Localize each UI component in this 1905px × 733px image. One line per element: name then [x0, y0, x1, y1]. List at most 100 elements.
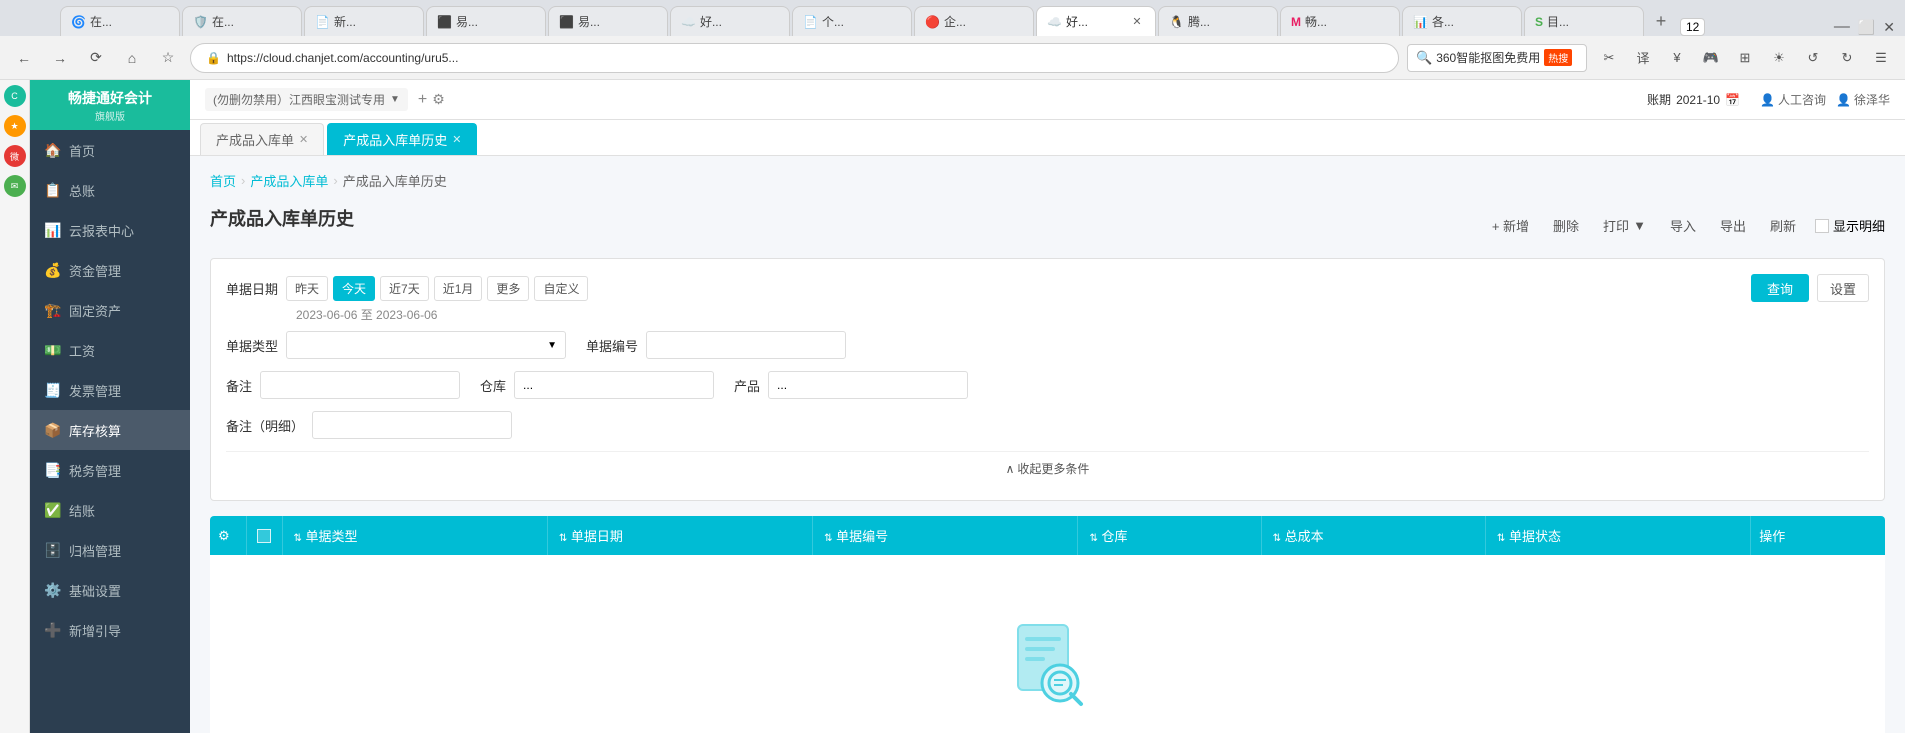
tab-2[interactable]: 🛡️ 在... [182, 6, 302, 36]
minimize-icon[interactable]: — [1834, 18, 1850, 36]
add-button[interactable]: + [418, 91, 427, 109]
tab-list[interactable]: 产成品入库单 ✕ [200, 123, 324, 155]
date-btn-7days[interactable]: 近7天 [380, 276, 429, 301]
tab-history[interactable]: 产成品入库单历史 ✕ [327, 123, 477, 155]
th-date-sort-icon[interactable]: ⇅ [559, 533, 567, 544]
sidebar-item-settlement[interactable]: ✅ 结账 [30, 490, 190, 530]
settings-button[interactable]: 设置 [1817, 274, 1869, 302]
sidebar-item-ledger[interactable]: 📋 总账 [30, 170, 190, 210]
undo-icon[interactable]: ↺ [1799, 44, 1827, 72]
print-dropdown-icon[interactable]: ▼ [1633, 218, 1646, 233]
company-selector[interactable]: (勿删勿禁用）江西眼宝测试专用 ▼ [205, 88, 408, 111]
grid-icon[interactable]: ⊞ [1731, 44, 1759, 72]
redo-icon[interactable]: ↻ [1833, 44, 1861, 72]
tab-list-close-icon[interactable]: ✕ [299, 133, 308, 146]
number-input[interactable] [646, 331, 846, 359]
tab-history-close-icon[interactable]: ✕ [452, 133, 461, 146]
tab-9-active[interactable]: ☁️ 好... ✕ [1036, 6, 1156, 36]
bookmark-button[interactable]: ☆ [154, 44, 182, 72]
date-btn-today[interactable]: 今天 [333, 276, 375, 301]
calendar-icon[interactable]: 📅 [1725, 93, 1740, 107]
tab-4[interactable]: ⬛ 易... [426, 6, 546, 36]
refresh-button-page[interactable]: 刷新 [1760, 212, 1806, 240]
print-button[interactable]: 打印 ▼ [1593, 212, 1656, 240]
sidebar-item-payroll[interactable]: 💵 工资 [30, 330, 190, 370]
detail-remark-input[interactable] [312, 411, 512, 439]
date-btn-more[interactable]: 更多 [487, 276, 529, 301]
translate-icon[interactable]: 译 [1629, 44, 1657, 72]
home-button[interactable]: ⌂ [118, 44, 146, 72]
search-action-btns: 查询 设置 [1751, 274, 1869, 302]
close-icon[interactable]: ✕ [1883, 19, 1895, 36]
user-button[interactable]: 👤 徐泽华 [1836, 91, 1890, 108]
sidebar-item-settings[interactable]: ⚙️ 基础设置 [30, 570, 190, 610]
tab-count[interactable]: 12 [1680, 18, 1705, 36]
tab-3[interactable]: 📄 新... [304, 6, 424, 36]
th-cost-sort-icon[interactable]: ⇅ [1273, 533, 1281, 544]
sidebar-item-fixed-assets[interactable]: 🏗️ 固定资产 [30, 290, 190, 330]
warehouse-dropdown[interactable]: ... [514, 371, 714, 399]
breadcrumb-list[interactable]: 产成品入库单 [250, 171, 328, 190]
th-checkbox[interactable] [246, 516, 282, 555]
currency-icon[interactable]: ¥ [1663, 44, 1691, 72]
tab-1[interactable]: 🌀 在... [60, 6, 180, 36]
th-number-sort-icon[interactable]: ⇅ [824, 533, 832, 544]
date-btn-yesterday[interactable]: 昨天 [286, 276, 328, 301]
sidebar-item-more[interactable]: ➕ 新增引导 [30, 610, 190, 650]
menu-icon[interactable]: ☰ [1867, 44, 1895, 72]
sidebar-item-reports[interactable]: 📊 云报表中心 [30, 210, 190, 250]
tab-11[interactable]: M 畅... [1280, 6, 1400, 36]
orange-app-icon[interactable]: ★ [4, 115, 26, 137]
weibo-icon[interactable]: 微 [4, 145, 26, 167]
tab-4-label: 易... [456, 13, 478, 30]
game-icon[interactable]: 🎮 [1697, 44, 1725, 72]
tab-13[interactable]: S 目... [1524, 6, 1644, 36]
show-label-checkbox[interactable] [1815, 219, 1829, 233]
delete-button[interactable]: 删除 [1543, 212, 1589, 240]
settings-gear-icon[interactable]: ⚙ [218, 528, 230, 543]
chanjet-icon[interactable]: C [4, 85, 26, 107]
query-button[interactable]: 查询 [1751, 274, 1809, 302]
tab-12[interactable]: 📊 各... [1402, 6, 1522, 36]
date-btn-custom[interactable]: 自定义 [534, 276, 588, 301]
export-button[interactable]: 导出 [1710, 212, 1756, 240]
address-input[interactable]: 🔒 https://cloud.chanjet.com/accounting/u… [190, 43, 1399, 73]
tab-9-close-icon[interactable]: ✕ [1129, 14, 1145, 30]
scissors-icon[interactable]: ✂ [1595, 44, 1623, 72]
tab-5[interactable]: ⬛ 易... [548, 6, 668, 36]
type-dropdown[interactable]: ▼ [286, 331, 566, 359]
product-dropdown[interactable]: ... [768, 371, 968, 399]
forward-button[interactable]: → [46, 44, 74, 72]
import-button[interactable]: 导入 [1660, 212, 1706, 240]
sidebar-item-inventory[interactable]: 📦 库存核算 [30, 410, 190, 450]
collapse-button[interactable]: ∧ 收起更多条件 [998, 457, 1098, 480]
sidebar-item-archive[interactable]: 🗄️ 归档管理 [30, 530, 190, 570]
search-box[interactable]: 🔍 360智能抠图免费用 热搜 [1407, 44, 1587, 72]
refresh-button[interactable]: ⟳ [82, 44, 110, 72]
sidebar-item-invoice[interactable]: 🧾 发票管理 [30, 370, 190, 410]
breadcrumb-home[interactable]: 首页 [210, 171, 236, 190]
tab-8[interactable]: 🔴 企... [914, 6, 1034, 36]
maximize-icon[interactable]: ⬜ [1858, 19, 1875, 36]
sidebar-item-home[interactable]: 🏠 首页 [30, 130, 190, 170]
tab-7[interactable]: 📄 个... [792, 6, 912, 36]
sidebar-item-tax[interactable]: 📑 税务管理 [30, 450, 190, 490]
new-tab-button[interactable]: + [1646, 6, 1676, 36]
chanjet-icon-label: C [11, 91, 18, 101]
service-button[interactable]: 👤 人工咨询 [1760, 91, 1826, 108]
add-button[interactable]: + 新增 [1482, 212, 1539, 240]
gear-settings-icon[interactable]: ⚙ [432, 91, 445, 108]
theme-icon[interactable]: ☀ [1765, 44, 1793, 72]
tab-6[interactable]: ☁️ 好... [670, 6, 790, 36]
remark-input[interactable] [260, 371, 460, 399]
th-settings[interactable]: ⚙ [210, 516, 246, 555]
sidebar-item-funds[interactable]: 💰 资金管理 [30, 250, 190, 290]
th-status-sort-icon[interactable]: ⇅ [1497, 533, 1505, 544]
back-button[interactable]: ← [10, 44, 38, 72]
th-warehouse-sort-icon[interactable]: ⇅ [1089, 533, 1097, 544]
date-btn-1month[interactable]: 近1月 [434, 276, 483, 301]
th-type-sort-icon[interactable]: ⇅ [294, 533, 302, 544]
email-icon[interactable]: ✉ [4, 175, 26, 197]
tab-10[interactable]: 🐧 腾... [1158, 6, 1278, 36]
header-checkbox[interactable] [257, 529, 271, 543]
